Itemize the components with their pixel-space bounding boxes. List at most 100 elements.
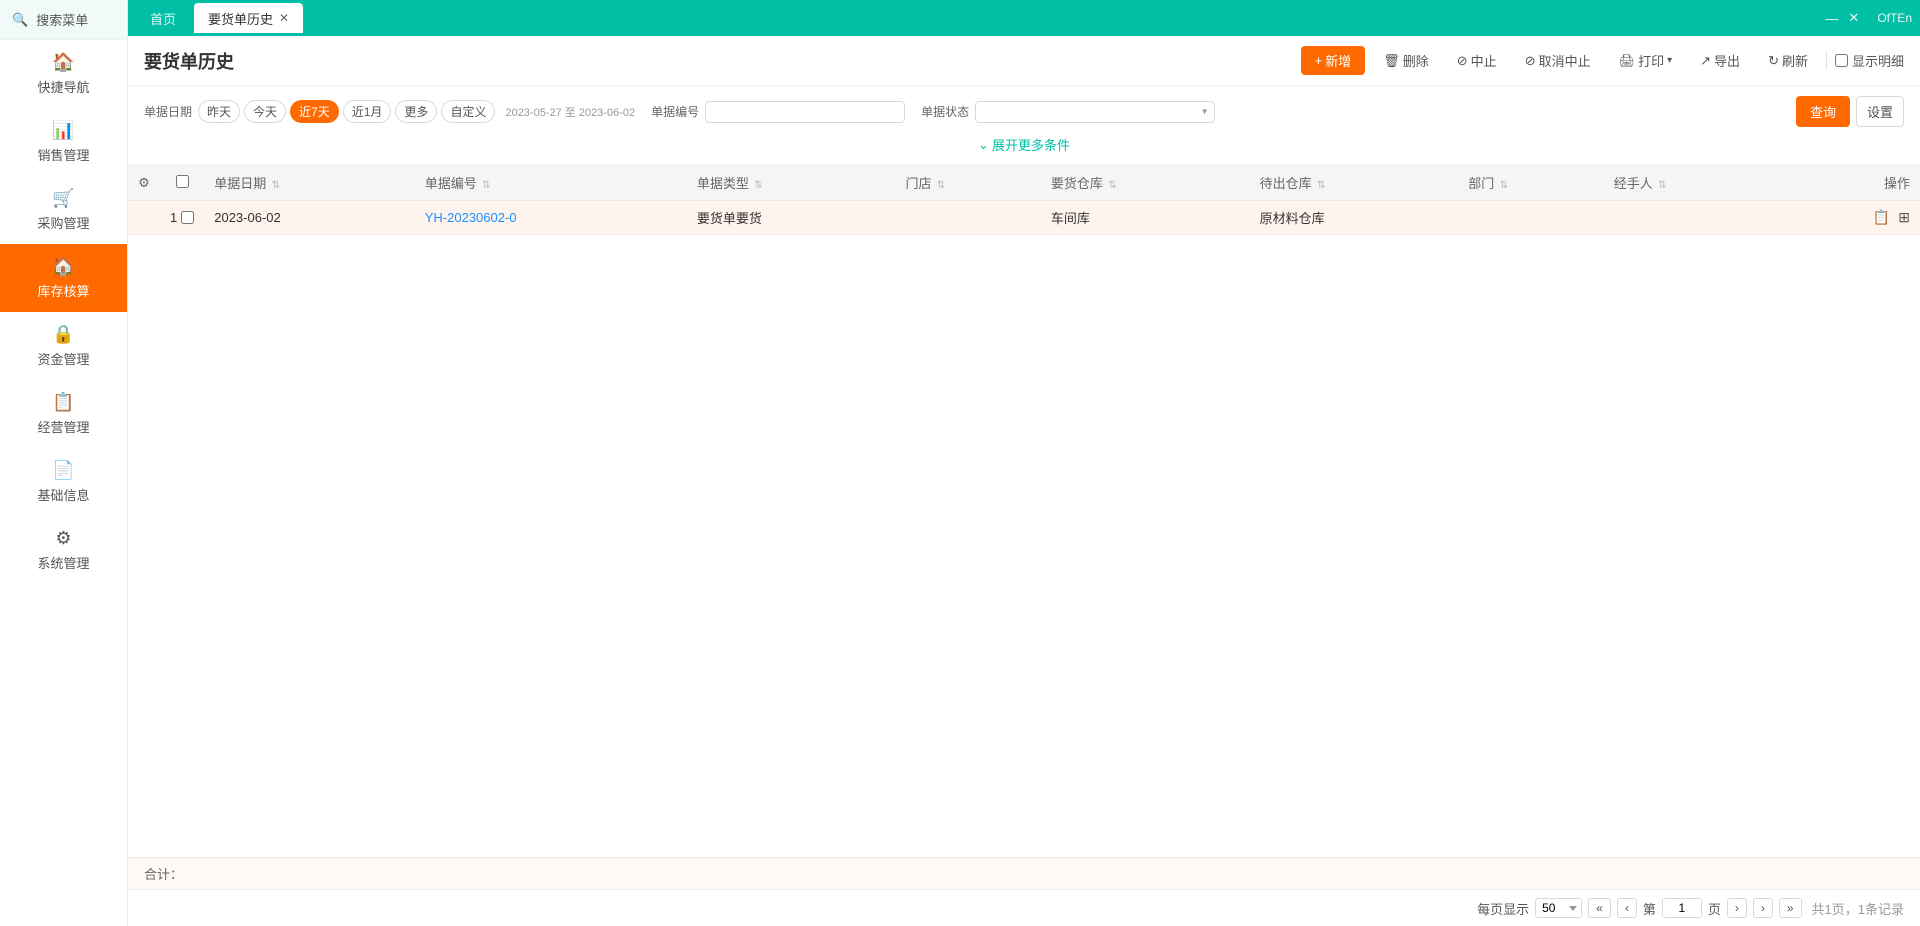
sidebar-item-inventory[interactable]: 🏠 库存核算 bbox=[0, 244, 127, 312]
delete-button[interactable]: 🗑 删除 bbox=[1373, 46, 1439, 75]
table-footer: 合计： bbox=[128, 857, 1920, 889]
export-icon: ↗ bbox=[1700, 53, 1711, 69]
col-checkbox bbox=[160, 165, 204, 201]
table-wrap: ⚙ 单据日期 ⇅ 单据编号 ⇅ bbox=[128, 165, 1920, 857]
row-checkbox[interactable] bbox=[181, 211, 194, 224]
cancel-stop-button[interactable]: ⊘ 取消中止 bbox=[1515, 46, 1601, 75]
operations-icon: 📋 bbox=[52, 392, 74, 413]
docno-filter-input[interactable] bbox=[705, 101, 905, 123]
prev-page-btn[interactable]: ‹ bbox=[1617, 898, 1637, 918]
query-button[interactable]: 查询 bbox=[1796, 96, 1850, 127]
row-op-icons: 📋 ⊞ bbox=[1791, 209, 1910, 226]
col-no-sort-icon[interactable]: ⇅ bbox=[482, 180, 490, 191]
settings-label: 设置 bbox=[1867, 102, 1893, 121]
date-btn-custom[interactable]: 自定义 bbox=[441, 100, 495, 123]
sidebar-item-quick-nav[interactable]: 🏠 快捷导航 bbox=[0, 40, 127, 108]
new-button[interactable]: + 新增 bbox=[1301, 46, 1366, 75]
stop-icon: ⊘ bbox=[1457, 53, 1468, 69]
col-handler-sort-icon[interactable]: ⇅ bbox=[1658, 180, 1666, 191]
date-btn-today[interactable]: 今天 bbox=[244, 100, 286, 123]
tab-close-icon[interactable]: ✕ bbox=[279, 11, 289, 25]
row-seq: 1 bbox=[170, 210, 177, 225]
sidebar-item-operations[interactable]: 📋 经营管理 bbox=[0, 380, 127, 448]
sidebar-item-label: 库存核算 bbox=[37, 281, 89, 300]
sidebar-search[interactable]: 🔍 搜索菜单 bbox=[0, 0, 127, 40]
page-header: 要货单历史 + 新增 🗑 删除 ⊘ 中止 ⊘ 取消中止 bbox=[128, 36, 1920, 86]
goto-page-btn[interactable]: › bbox=[1727, 898, 1747, 918]
col-dept: 部门 ⇅ bbox=[1458, 165, 1603, 201]
new-label: 新增 bbox=[1325, 51, 1351, 70]
page-summary: 共1页，1条记录 bbox=[1812, 899, 1904, 918]
purchase-icon: 🛒 bbox=[52, 188, 74, 209]
refresh-label: 刷新 bbox=[1782, 51, 1808, 70]
page-suffix-label: 页 bbox=[1708, 899, 1721, 918]
filter-expand-row: ⌄ 展开更多条件 bbox=[144, 135, 1904, 154]
last-page-btn[interactable]: » bbox=[1779, 898, 1802, 918]
row-no-link[interactable]: YH-20230602-0 bbox=[425, 210, 517, 225]
per-page-label: 每页显示 bbox=[1477, 899, 1529, 918]
export-label: 导出 bbox=[1714, 51, 1740, 70]
stop-button[interactable]: ⊘ 中止 bbox=[1447, 46, 1507, 75]
sidebar-item-label: 快捷导航 bbox=[37, 77, 89, 96]
date-btn-more[interactable]: 更多 bbox=[395, 100, 437, 123]
stop-label: 中止 bbox=[1471, 51, 1497, 70]
col-req-warehouse-sort-icon[interactable]: ⇅ bbox=[1108, 180, 1116, 191]
col-date-label: 单据日期 bbox=[214, 176, 266, 191]
col-dept-sort-icon[interactable]: ⇅ bbox=[1500, 180, 1508, 191]
sidebar-item-basic[interactable]: 📄 基础信息 bbox=[0, 448, 127, 516]
page-label: 第 bbox=[1643, 899, 1656, 918]
page-input[interactable] bbox=[1662, 898, 1702, 918]
col-pending-warehouse: 待出仓库 ⇅ bbox=[1250, 165, 1459, 201]
sidebar-item-sales[interactable]: 📊 销售管理 bbox=[0, 108, 127, 176]
row-edit-icon[interactable]: 📋 bbox=[1873, 209, 1890, 226]
print-button[interactable]: 🖨 打印 ▾ bbox=[1609, 46, 1683, 75]
window-minimize-icon[interactable]: — bbox=[1825, 11, 1838, 26]
row-delete-icon[interactable]: ⊞ bbox=[1898, 209, 1910, 226]
table-settings-icon[interactable]: ⚙ bbox=[138, 175, 150, 190]
delete-icon: 🗑 bbox=[1383, 53, 1400, 69]
next-page-btn[interactable]: › bbox=[1753, 898, 1773, 918]
expand-label: 展开更多条件 bbox=[992, 135, 1070, 154]
sidebar-item-system[interactable]: ⚙ 系统管理 bbox=[0, 516, 127, 584]
settings-button[interactable]: 设置 bbox=[1856, 96, 1904, 127]
system-icon: ⚙ bbox=[55, 528, 71, 549]
sidebar-item-finance[interactable]: 🔒 资金管理 bbox=[0, 312, 127, 380]
refresh-button[interactable]: ↻ 刷新 bbox=[1758, 46, 1818, 75]
col-pending-warehouse-label: 待出仓库 bbox=[1260, 176, 1312, 191]
per-page-select[interactable]: 10 20 50 100 bbox=[1535, 898, 1582, 918]
col-pending-warehouse-sort-icon[interactable]: ⇅ bbox=[1317, 180, 1325, 191]
col-store-sort-icon[interactable]: ⇅ bbox=[937, 180, 945, 191]
sidebar-item-purchase[interactable]: 🛒 采购管理 bbox=[0, 176, 127, 244]
cell-no: YH-20230602-0 bbox=[415, 201, 687, 235]
total-label: 合计： bbox=[144, 864, 183, 883]
show-detail-checkbox[interactable]: 显示明细 bbox=[1835, 51, 1904, 70]
finance-icon: 🔒 bbox=[52, 324, 74, 345]
query-label: 查询 bbox=[1810, 102, 1836, 121]
show-detail-input[interactable] bbox=[1835, 54, 1848, 67]
window-close-icon[interactable]: ✕ bbox=[1848, 10, 1859, 26]
status-filter-group: 单据状态 ▾ bbox=[921, 101, 1215, 123]
cell-store bbox=[896, 201, 1041, 235]
col-req-warehouse-label: 要货仓库 bbox=[1051, 176, 1103, 191]
sidebar-item-label: 资金管理 bbox=[37, 349, 89, 368]
filter-action-btns: 查询 设置 bbox=[1796, 96, 1904, 127]
expand-filter-btn[interactable]: ⌄ 展开更多条件 bbox=[978, 135, 1070, 154]
export-button[interactable]: ↗ 导出 bbox=[1690, 46, 1750, 75]
inventory-icon: 🏠 bbox=[52, 256, 74, 277]
sidebar-item-label: 基础信息 bbox=[37, 485, 89, 504]
status-filter-input[interactable] bbox=[975, 101, 1215, 123]
tab-history[interactable]: 要货单历史 ✕ bbox=[194, 3, 303, 33]
status-filter-label: 单据状态 bbox=[921, 103, 969, 120]
first-page-btn[interactable]: « bbox=[1588, 898, 1611, 918]
select-all-checkbox[interactable] bbox=[176, 175, 189, 188]
col-type-sort-icon[interactable]: ⇅ bbox=[754, 180, 762, 191]
date-btn-7days[interactable]: 近7天 bbox=[290, 100, 339, 123]
col-date-sort-icon[interactable]: ⇅ bbox=[272, 180, 280, 191]
tab-home[interactable]: 首页 bbox=[136, 3, 190, 33]
date-btn-yesterday[interactable]: 昨天 bbox=[198, 100, 240, 123]
date-btn-1month[interactable]: 近1月 bbox=[343, 100, 392, 123]
col-no: 单据编号 ⇅ bbox=[415, 165, 687, 201]
sidebar-item-label: 采购管理 bbox=[37, 213, 89, 232]
col-dept-label: 部门 bbox=[1468, 176, 1494, 191]
cell-type: 要货单要货 bbox=[687, 201, 896, 235]
